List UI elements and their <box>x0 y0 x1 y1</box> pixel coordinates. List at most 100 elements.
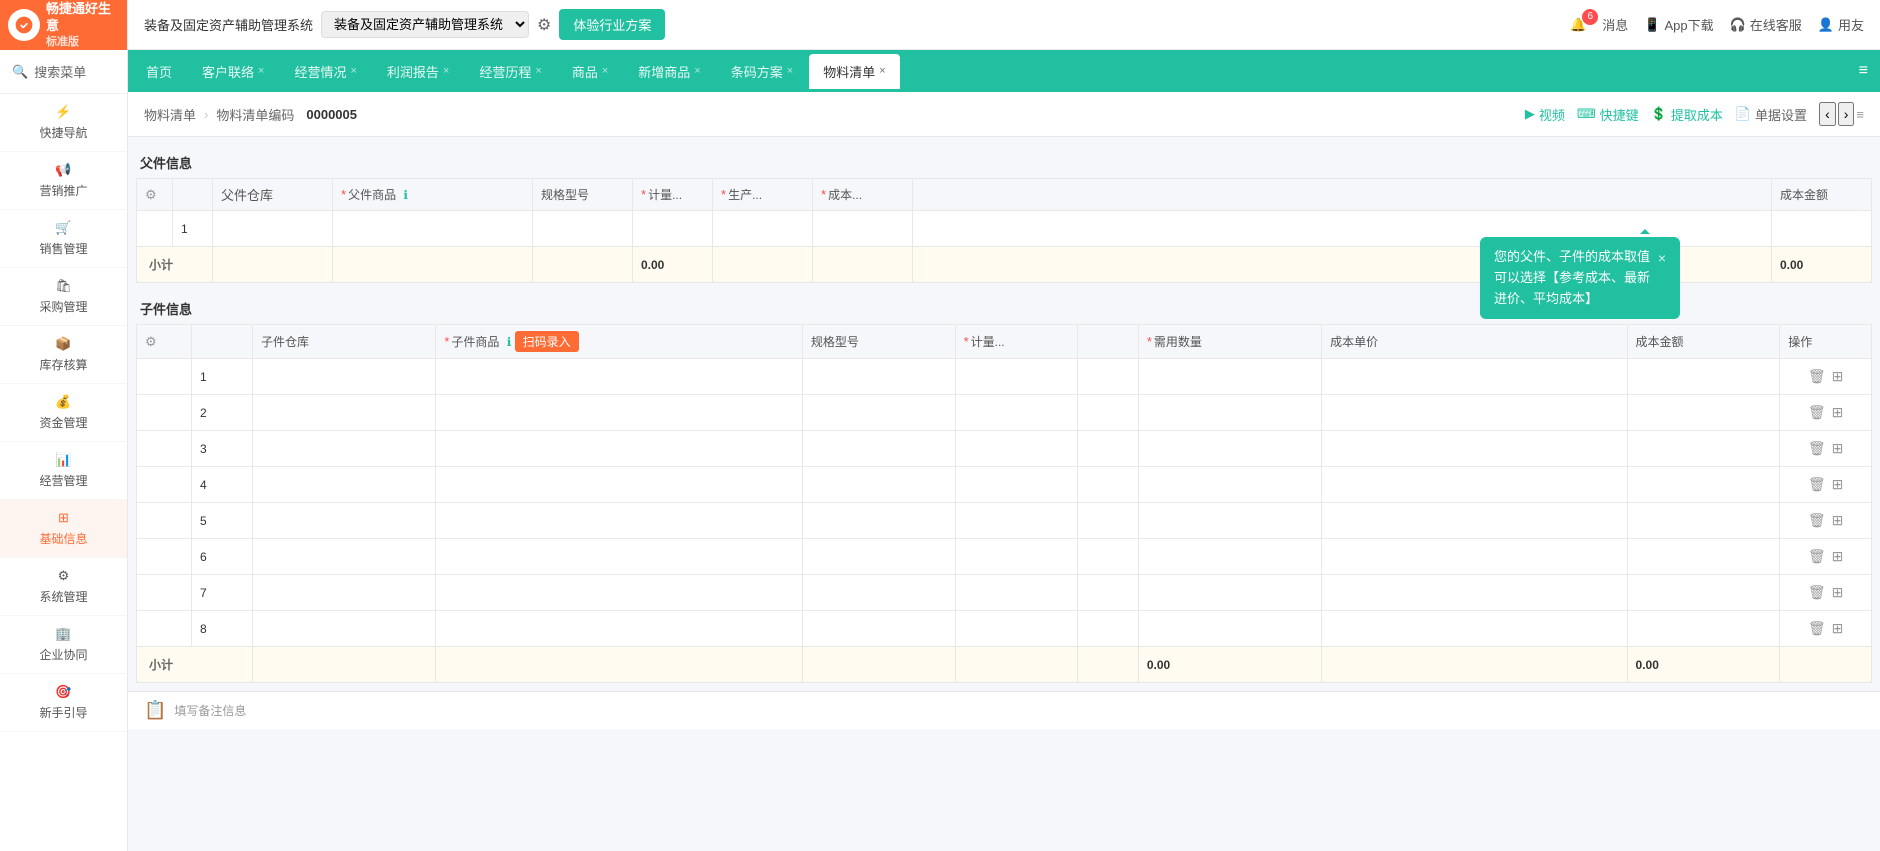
online-service-item[interactable]: 🎧 在线客服 <box>1730 15 1802 34</box>
delete-icon[interactable]: 🗑 <box>1808 440 1826 457</box>
sidebar-item-newbie[interactable]: 🎯 新手引导 <box>0 674 127 732</box>
parent-subtotal-label: 小计 <box>137 247 213 283</box>
scan-button[interactable]: 扫码录入 <box>515 331 579 352</box>
sidebar-item-basic[interactable]: ⊞ 基础信息 <box>0 500 127 558</box>
copy-icon[interactable]: ⊞ <box>1832 440 1844 457</box>
delete-icon[interactable]: 🗑 <box>1808 404 1826 421</box>
sidebar-item-enterprise[interactable]: 🏢 企业协同 <box>0 616 127 674</box>
delete-icon[interactable]: 🗑 <box>1808 620 1826 637</box>
delete-icon[interactable]: 🗑 <box>1808 368 1826 385</box>
child-col-settings: ⚙ <box>137 325 192 359</box>
gear-settings-icon2[interactable]: ⚙ <box>145 334 157 349</box>
view-list-icon[interactable]: ≡ <box>1856 107 1864 122</box>
copy-icon[interactable]: ⊞ <box>1832 404 1844 421</box>
parent-section-title: 父件信息 <box>136 145 1872 178</box>
tab-list-icon[interactable]: ≡ <box>1851 62 1876 80</box>
search-menu-button[interactable]: 🔍 搜索菜单 <box>8 58 119 85</box>
child-col-amount: 成本金额 <box>1627 325 1780 359</box>
tab-close-icon[interactable]: × <box>787 65 793 77</box>
sidebar-item-inventory[interactable]: 📦 库存核算 <box>0 326 127 384</box>
gear-icon[interactable]: ⚙ <box>537 15 551 35</box>
delete-icon[interactable]: 🗑 <box>1808 584 1826 601</box>
child-row1-cost-unit[interactable] <box>1322 359 1627 395</box>
view-action[interactable]: ▶ 视频 <box>1525 105 1565 124</box>
tab-barcode[interactable]: 条码方案 × <box>717 54 807 89</box>
extract-cost-action[interactable]: 💲 提取成本 <box>1651 105 1723 124</box>
copy-icon[interactable]: ⊞ <box>1832 584 1844 601</box>
child-row4-no: 4 <box>191 467 252 503</box>
tab-customer[interactable]: 客户联络 × <box>188 54 278 89</box>
tab-operation[interactable]: 经营情况 × <box>280 54 370 89</box>
tab-close-icon[interactable]: × <box>350 65 356 77</box>
delete-icon[interactable]: 🗑 <box>1808 512 1826 529</box>
gear-settings-icon[interactable]: ⚙ <box>145 187 157 202</box>
tab-home[interactable]: 首页 <box>132 54 186 89</box>
parent-row-unit[interactable] <box>633 211 713 247</box>
tooltip-close-button[interactable]: × <box>1658 247 1666 269</box>
tab-history[interactable]: 经营历程 × <box>465 54 555 89</box>
remark-icon[interactable]: 📋 <box>144 700 166 721</box>
tab-close-icon[interactable]: × <box>443 65 449 77</box>
parent-col-product: *父件商品 ℹ <box>333 179 533 211</box>
tab-close-icon[interactable]: × <box>258 65 264 77</box>
parent-row-amount <box>1772 211 1872 247</box>
child-subtotal-amount: 0.00 <box>1627 647 1780 683</box>
settings-icon: ⚙ <box>58 568 70 584</box>
parent-row-spec[interactable] <box>533 211 633 247</box>
sidebar-item-system[interactable]: ⚙ 系统管理 <box>0 558 127 616</box>
parent-row-product[interactable] <box>333 211 533 247</box>
info-icon2[interactable]: ℹ <box>507 335 512 349</box>
tab-close-icon[interactable]: × <box>694 65 700 77</box>
notification-badge: 6 <box>1582 9 1598 25</box>
next-page-button[interactable]: › <box>1838 102 1855 126</box>
tab-profit[interactable]: 利润报告 × <box>373 54 463 89</box>
child-row1-needed[interactable] <box>1138 359 1321 395</box>
tab-close-icon[interactable]: × <box>602 65 608 77</box>
tab-close-icon[interactable]: × <box>879 65 885 77</box>
copy-icon[interactable]: ⊞ <box>1832 548 1844 565</box>
copy-icon[interactable]: ⊞ <box>1832 512 1844 529</box>
copy-icon[interactable]: ⊞ <box>1832 476 1844 493</box>
prev-page-button[interactable]: ‹ <box>1819 102 1836 126</box>
tab-close-icon[interactable]: × <box>535 65 541 77</box>
sidebar-item-operation[interactable]: 📊 经营管理 <box>0 442 127 500</box>
parent-row-warehouse[interactable] <box>213 211 333 247</box>
child-row1-unit[interactable] <box>955 359 1077 395</box>
video-icon: ▶ <box>1525 106 1535 122</box>
child-row1-spec[interactable] <box>802 359 955 395</box>
delete-icon[interactable]: 🗑 <box>1808 476 1826 493</box>
trial-button[interactable]: 体验行业方案 <box>559 9 665 40</box>
parent-col-produce: *生产... <box>713 179 813 211</box>
sidebar-item-quick-nav[interactable]: ⚡ 快捷导航 <box>0 94 127 152</box>
sidebar-item-sales[interactable]: 🛒 销售管理 <box>0 210 127 268</box>
user-item[interactable]: 👤 用友 <box>1818 15 1864 34</box>
child-row1-amount <box>1627 359 1780 395</box>
topbar-left: 装备及固定资产辅助管理系统 装备及固定资产辅助管理系统 ⚙ 体验行业方案 <box>144 9 665 40</box>
tab-goods[interactable]: 商品 × <box>558 54 622 89</box>
shortcut-action[interactable]: ⌨ 快捷键 <box>1577 105 1639 124</box>
logo-icon <box>8 9 40 41</box>
copy-icon[interactable]: ⊞ <box>1832 620 1844 637</box>
child-row1-warehouse[interactable] <box>253 359 436 395</box>
info-icon[interactable]: ℹ <box>403 188 408 202</box>
app-download-item[interactable]: 📱 App下载 <box>1644 15 1713 34</box>
system-select[interactable]: 装备及固定资产辅助管理系统 <box>321 11 529 38</box>
delete-icon[interactable]: 🗑 <box>1808 548 1826 565</box>
parent-row-cost[interactable] <box>813 211 913 247</box>
parent-row-produce[interactable] <box>713 211 813 247</box>
sidebar-item-purchase[interactable]: 🛍 采购管理 <box>0 268 127 326</box>
child-section-wrapper: 子件信息 ⚙ 子件仓库 *子件商品 ℹ 扫码录入 规格型号 *计量... <box>128 283 1880 691</box>
single-setting-action[interactable]: 📄 单据设置 <box>1735 105 1807 124</box>
breadcrumb-list[interactable]: 物料清单 <box>144 105 196 124</box>
tab-bom[interactable]: 物料清单 × <box>809 54 899 89</box>
copy-icon[interactable]: ⊞ <box>1832 368 1844 385</box>
setting-doc-icon: 📄 <box>1735 106 1751 122</box>
notification-item[interactable]: 🔔 6 消息 <box>1570 15 1628 34</box>
child-row1-product[interactable] <box>436 359 803 395</box>
bag-icon: 🛍 <box>55 278 72 294</box>
child-col-product: *子件商品 ℹ 扫码录入 <box>436 325 803 359</box>
tab-new-goods[interactable]: 新增商品 × <box>624 54 714 89</box>
sidebar-item-marketing[interactable]: 📢 营销推广 <box>0 152 127 210</box>
parent-col-spec: 规格型号 <box>533 179 633 211</box>
sidebar-item-finance[interactable]: 💰 资金管理 <box>0 384 127 442</box>
